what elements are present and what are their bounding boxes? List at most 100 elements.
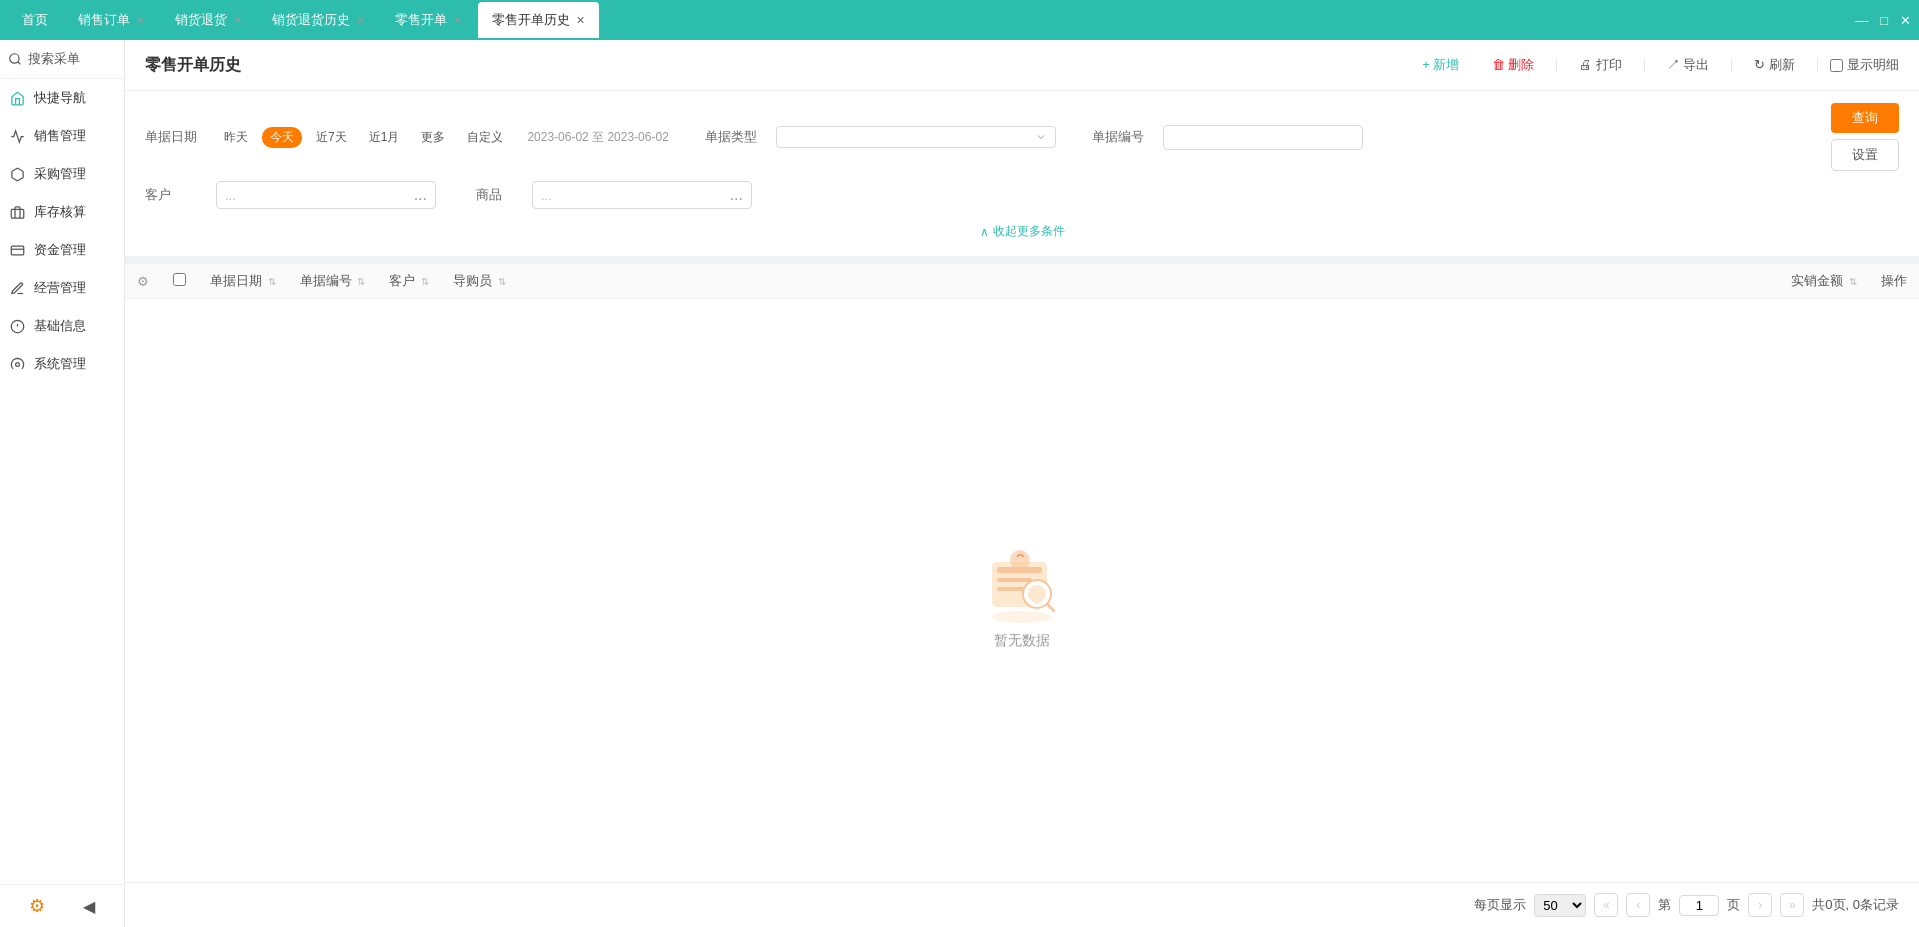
date-btn-yesterday[interactable]: 昨天: [216, 127, 256, 148]
export-button[interactable]: ↗ 导出: [1657, 52, 1720, 78]
sidebar-item-sales-mgmt[interactable]: 销售管理: [0, 117, 124, 155]
sort-number-icon[interactable]: ⇅: [357, 276, 365, 287]
sidebar-item-operations[interactable]: 经营管理: [0, 269, 124, 307]
tab-sales-return-history[interactable]: 销货退货历史 ✕: [258, 2, 379, 38]
col-date-label: 单据日期: [210, 273, 262, 288]
doc-number-label: 单据编号: [1092, 128, 1147, 146]
date-btn-7days[interactable]: 近7天: [308, 127, 355, 148]
last-page-btn[interactable]: »: [1780, 893, 1804, 917]
svg-rect-13: [997, 587, 1025, 591]
sidebar-collapse-btn[interactable]: ◀: [83, 897, 95, 916]
tab-bar-right: — □ ✕: [1855, 13, 1911, 28]
sidebar-search[interactable]: 搜索采单: [0, 40, 124, 79]
tab-retail-open[interactable]: 零售开单 ✕: [381, 2, 476, 38]
date-btn-today[interactable]: 今天: [262, 127, 302, 148]
tab-sales-return[interactable]: 销货退货 ✕: [161, 2, 256, 38]
print-button[interactable]: 🖨 打印: [1569, 52, 1632, 78]
filter-row-2: 客户 ... ... 商品 ... ...: [145, 181, 1899, 209]
tab-retail-open-close[interactable]: ✕: [453, 14, 462, 27]
sidebar-item-inventory[interactable]: 库存核算: [0, 193, 124, 231]
first-page-btn[interactable]: «: [1594, 893, 1618, 917]
settings-button[interactable]: 设置: [1831, 139, 1899, 171]
tab-retail-open-history-close[interactable]: ✕: [576, 14, 585, 27]
customer-ellipsis-btn[interactable]: ...: [414, 186, 427, 204]
date-btn-1month[interactable]: 近1月: [361, 127, 408, 148]
query-button[interactable]: 查询: [1831, 103, 1899, 133]
window-maximize[interactable]: □: [1880, 13, 1888, 28]
sidebar-item-sales-mgmt-label: 销售管理: [34, 127, 86, 145]
date-range-display: 2023-06-02 至 2023-06-02: [527, 129, 668, 146]
col-salesperson[interactable]: 导购员 ⇅: [441, 264, 518, 299]
toolbar-divider1: [1556, 58, 1557, 72]
sidebar-item-quick-nav[interactable]: 快捷导航: [0, 79, 124, 117]
refresh-button[interactable]: ↻ 刷新: [1744, 52, 1805, 78]
date-btn-custom[interactable]: 自定义: [459, 127, 511, 148]
tab-sales-order[interactable]: 销售订单 ✕: [64, 2, 159, 38]
svg-rect-3: [11, 246, 24, 255]
page-size-select[interactable]: 50 10 20 100: [1534, 894, 1586, 917]
ops-icon: [8, 279, 26, 297]
sort-amount-icon[interactable]: ⇅: [1849, 276, 1857, 287]
data-table: ⚙ 单据日期 ⇅ 单据编号 ⇅: [125, 264, 1919, 299]
col-date[interactable]: 单据日期 ⇅: [198, 264, 288, 299]
sidebar-item-basic-info[interactable]: 基础信息: [0, 307, 124, 345]
page-number-input[interactable]: [1679, 895, 1719, 916]
customer-label: 客户: [145, 186, 200, 204]
sort-date-icon[interactable]: ⇅: [268, 276, 276, 287]
select-all-checkbox[interactable]: [173, 273, 186, 286]
delete-button[interactable]: 🗑 删除: [1482, 52, 1545, 78]
tab-retail-open-label: 零售开单: [395, 11, 447, 29]
date-buttons: 昨天 今天 近7天 近1月 更多 自定义: [216, 127, 511, 148]
collapse-label: 收起更多条件: [993, 223, 1065, 240]
tab-home-label: 首页: [22, 11, 48, 29]
system-icon: [8, 355, 26, 373]
svg-rect-2: [11, 209, 24, 218]
table-empty-state: 暂无数据: [125, 299, 1919, 882]
chevron-up-icon: ∧: [980, 225, 989, 239]
collapse-row[interactable]: ∧ 收起更多条件: [145, 219, 1899, 244]
display-detail-check[interactable]: [1830, 59, 1843, 72]
add-button[interactable]: + 新增: [1412, 52, 1469, 78]
chart-icon: [8, 127, 26, 145]
search-icon: [8, 52, 22, 66]
sidebar-search-label: 搜索采单: [28, 50, 80, 68]
prev-page-btn[interactable]: ‹: [1626, 893, 1650, 917]
tab-bar-left: 首页 销售订单 ✕ 销货退货 ✕ 销货退货历史 ✕ 零售开单 ✕ 零售开单历史 …: [8, 2, 599, 38]
sort-salesperson-icon[interactable]: ⇅: [498, 276, 506, 287]
finance-icon: [8, 241, 26, 259]
product-ellipsis-btn[interactable]: ...: [730, 186, 743, 204]
sidebar-item-quick-nav-label: 快捷导航: [34, 89, 86, 107]
sidebar-item-inventory-label: 库存核算: [34, 203, 86, 221]
next-page-btn[interactable]: ›: [1748, 893, 1772, 917]
sidebar-item-purchase-mgmt[interactable]: 采购管理: [0, 155, 124, 193]
customer-select[interactable]: ... ...: [216, 181, 436, 209]
tab-home[interactable]: 首页: [8, 2, 62, 38]
doc-number-input[interactable]: [1163, 125, 1363, 150]
col-amount[interactable]: 实销金额 ⇅: [1779, 264, 1869, 299]
sidebar-item-basic-info-label: 基础信息: [34, 317, 86, 335]
window-close[interactable]: ✕: [1900, 13, 1911, 28]
page-title: 零售开单历史: [145, 55, 241, 88]
sidebar-item-finance[interactable]: 资金管理: [0, 231, 124, 269]
tab-sales-order-close[interactable]: ✕: [136, 14, 145, 27]
table-settings-icon[interactable]: ⚙: [137, 274, 149, 289]
col-customer[interactable]: 客户 ⇅: [377, 264, 441, 299]
doc-type-select[interactable]: [776, 126, 1056, 148]
col-action: 操作: [1869, 264, 1919, 299]
sidebar-settings-btn[interactable]: ⚙: [29, 895, 45, 917]
col-spacer: [518, 264, 1780, 299]
info-icon: [8, 317, 26, 335]
date-btn-more[interactable]: 更多: [413, 127, 453, 148]
tab-sales-return-close[interactable]: ✕: [233, 14, 242, 27]
col-salesperson-label: 导购员: [453, 273, 492, 288]
window-minimize[interactable]: —: [1855, 13, 1868, 28]
col-settings: ⚙: [125, 264, 161, 299]
sidebar-item-system[interactable]: 系统管理: [0, 345, 124, 383]
tab-sales-return-history-close[interactable]: ✕: [356, 14, 365, 27]
col-number[interactable]: 单据编号 ⇅: [288, 264, 378, 299]
display-detail-checkbox[interactable]: 显示明细: [1830, 56, 1899, 74]
tab-retail-open-history[interactable]: 零售开单历史 ✕: [478, 2, 599, 38]
display-detail-label: 显示明细: [1847, 56, 1899, 74]
product-select[interactable]: ... ...: [532, 181, 752, 209]
sort-customer-icon[interactable]: ⇅: [421, 276, 429, 287]
